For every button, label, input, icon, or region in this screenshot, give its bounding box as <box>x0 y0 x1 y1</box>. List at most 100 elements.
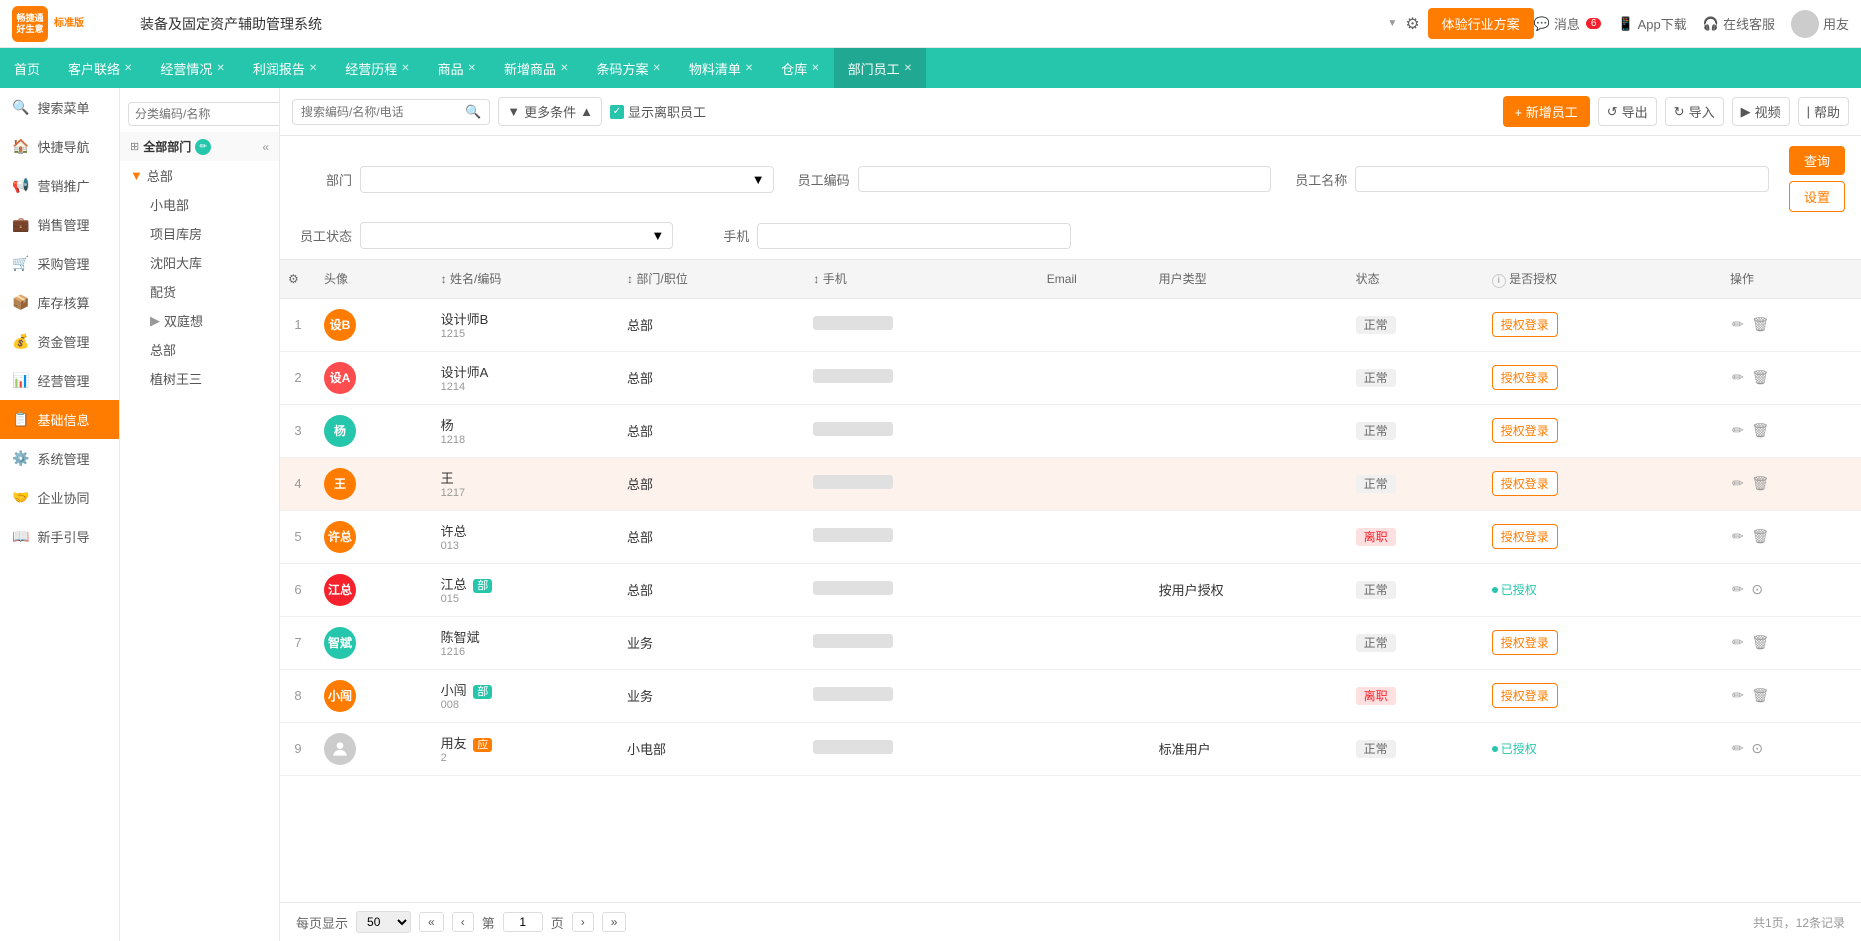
sidebar-item-finance[interactable]: 💰 资金管理 <box>0 322 119 361</box>
export-button[interactable]: ↺ 导出 <box>1598 97 1657 126</box>
view-button[interactable]: ▶ 视频 <box>1732 97 1790 126</box>
help-button[interactable]: | 帮助 <box>1798 97 1849 126</box>
dept-node-zongbu-child[interactable]: 总部 <box>140 335 279 364</box>
tab-warehouse[interactable]: 仓库 ✕ <box>767 48 833 88</box>
tab-customer[interactable]: 客户联络 ✕ <box>54 48 146 88</box>
dept-node-project[interactable]: 项目库房 <box>140 219 279 248</box>
sidebar-item-sales[interactable]: 💼 销售管理 <box>0 205 119 244</box>
auth-button[interactable]: 授权登录 <box>1492 365 1558 390</box>
gear-icon[interactable]: ⚙ <box>1405 14 1419 34</box>
copy-button[interactable]: ⊙ <box>1749 579 1765 600</box>
sidebar-item-inventory[interactable]: 📦 库存核算 <box>0 283 119 322</box>
tab-home[interactable]: 首页 <box>0 48 54 88</box>
edit-button[interactable]: ✏ <box>1730 473 1746 494</box>
import-button[interactable]: ↻ 导入 <box>1665 97 1724 126</box>
close-icon[interactable]: ✕ <box>124 63 132 74</box>
auth-button[interactable]: 授权登录 <box>1492 471 1558 496</box>
next-page-button[interactable]: › <box>572 912 594 932</box>
collapse-icon[interactable]: « <box>262 140 269 154</box>
emp-code-input[interactable] <box>858 166 1272 192</box>
delete-button[interactable]: 🗑 <box>1749 473 1771 494</box>
last-page-button[interactable]: » <box>602 912 627 932</box>
dept-select[interactable]: ▼ <box>360 166 774 193</box>
online-service-button[interactable]: 🎧 在线客服 <box>1703 14 1775 33</box>
tab-operation[interactable]: 经营情况 ✕ <box>146 48 238 88</box>
edit-button[interactable]: ✏ <box>1730 526 1746 547</box>
query-button[interactable]: 查询 <box>1789 146 1845 175</box>
edit-button[interactable]: ✏ <box>1730 632 1746 653</box>
system-dropdown-arrow[interactable]: ▼ <box>1387 18 1397 29</box>
search-input[interactable] <box>301 105 461 119</box>
delete-button[interactable]: 🗑 <box>1749 632 1771 653</box>
tab-goods[interactable]: 商品 ✕ <box>424 48 490 88</box>
sidebar-item-basic-info[interactable]: 📋 基础信息 <box>0 400 119 439</box>
close-icon[interactable]: ✕ <box>468 63 476 74</box>
close-icon[interactable]: ✕ <box>652 63 660 74</box>
tab-department[interactable]: 部门员工 ✕ <box>834 48 926 88</box>
emp-name-input[interactable] <box>1355 166 1769 192</box>
col-dept[interactable]: ↕ 部门/职位 <box>619 260 805 298</box>
col-settings[interactable]: ⚙ <box>280 260 316 298</box>
close-icon[interactable]: ✕ <box>904 63 912 74</box>
auth-button[interactable]: 授权登录 <box>1492 418 1558 443</box>
phone-input[interactable] <box>757 223 1070 249</box>
delete-button[interactable]: 🗑 <box>1749 420 1771 441</box>
edit-button[interactable]: ✏ <box>1730 314 1746 335</box>
dept-node-shuang[interactable]: ▶ 双庭想 <box>140 306 279 335</box>
sidebar-item-system[interactable]: ⚙️ 系统管理 <box>0 439 119 478</box>
close-icon[interactable]: ✕ <box>401 63 409 74</box>
sidebar-item-nav[interactable]: 🏠 快捷导航 <box>0 127 119 166</box>
edit-button[interactable]: ✏ <box>1730 685 1746 706</box>
prev-page-button[interactable]: ‹ <box>452 912 474 932</box>
auth-button[interactable]: 授权登录 <box>1492 630 1558 655</box>
dept-node-zongbu-parent[interactable]: ▼ 总部 <box>120 161 279 190</box>
edit-button[interactable]: ✏ <box>1730 738 1746 759</box>
auth-button[interactable]: 授权登录 <box>1492 683 1558 708</box>
search-btn-icon[interactable]: 🔍 <box>465 104 481 120</box>
auth-button[interactable]: 授权登录 <box>1492 312 1558 337</box>
tab-profit[interactable]: 利润报告 ✕ <box>239 48 331 88</box>
more-conditions-button[interactable]: ▼ 更多条件 ▲ <box>498 97 602 126</box>
emp-status-select[interactable]: ▼ <box>360 222 673 249</box>
first-page-button[interactable]: « <box>419 912 444 932</box>
dept-node-zhishu[interactable]: 植树王三 <box>140 364 279 393</box>
app-download-button[interactable]: 📱 App下载 <box>1617 14 1686 33</box>
messages-button[interactable]: 💬 消息 6 <box>1534 14 1602 33</box>
edit-button[interactable]: ✏ <box>1730 420 1746 441</box>
sidebar-item-operation-mgmt[interactable]: 📊 经营管理 <box>0 361 119 400</box>
close-icon[interactable]: ✕ <box>560 63 568 74</box>
dept-node-shenyang[interactable]: 沈阳大库 <box>140 248 279 277</box>
user-menu[interactable]: 用友 <box>1791 10 1849 38</box>
dept-node-xiaodianbu[interactable]: 小电部 <box>140 190 279 219</box>
page-input[interactable] <box>503 912 543 932</box>
close-icon[interactable]: ✕ <box>745 63 753 74</box>
col-name[interactable]: ↕ 姓名/编码 <box>433 260 619 298</box>
delete-button[interactable]: 🗑 <box>1749 314 1771 335</box>
edit-button[interactable]: ✏ <box>1730 367 1746 388</box>
add-employee-button[interactable]: + 新增员工 <box>1503 96 1590 127</box>
sidebar-item-marketing[interactable]: 📢 营销推广 <box>0 166 119 205</box>
dept-search-input[interactable] <box>128 102 280 126</box>
sidebar-item-purchase[interactable]: 🛒 采购管理 <box>0 244 119 283</box>
auth-button[interactable]: 授权登录 <box>1492 524 1558 549</box>
sidebar-item-search[interactable]: 🔍 搜索菜单 <box>0 88 119 127</box>
delete-button[interactable]: 🗑 <box>1749 685 1771 706</box>
delete-button[interactable]: 🗑 <box>1749 367 1771 388</box>
sidebar-item-guide[interactable]: 📖 新手引导 <box>0 517 119 556</box>
tab-add-goods[interactable]: 新增商品 ✕ <box>490 48 582 88</box>
close-icon[interactable]: ✕ <box>216 63 224 74</box>
page-size-select[interactable]: 50 100 200 <box>356 911 411 933</box>
dept-node-peihuo[interactable]: 配货 <box>140 277 279 306</box>
close-icon[interactable]: ✕ <box>309 63 317 74</box>
show-resigned-toggle[interactable]: ✓ 显示离职员工 <box>610 102 706 121</box>
trial-button[interactable]: 体验行业方案 <box>1428 8 1534 39</box>
sidebar-item-collab[interactable]: 🤝 企业协同 <box>0 478 119 517</box>
col-phone[interactable]: ↕ 手机 <box>805 260 1038 298</box>
edit-button[interactable]: ✏ <box>1730 579 1746 600</box>
tab-journey[interactable]: 经营历程 ✕ <box>331 48 423 88</box>
tab-bom[interactable]: 物料清单 ✕ <box>675 48 767 88</box>
close-icon[interactable]: ✕ <box>811 63 819 74</box>
delete-button[interactable]: 🗑 <box>1749 526 1771 547</box>
tab-barcode[interactable]: 条码方案 ✕ <box>582 48 674 88</box>
copy-button[interactable]: ⊙ <box>1749 738 1765 759</box>
